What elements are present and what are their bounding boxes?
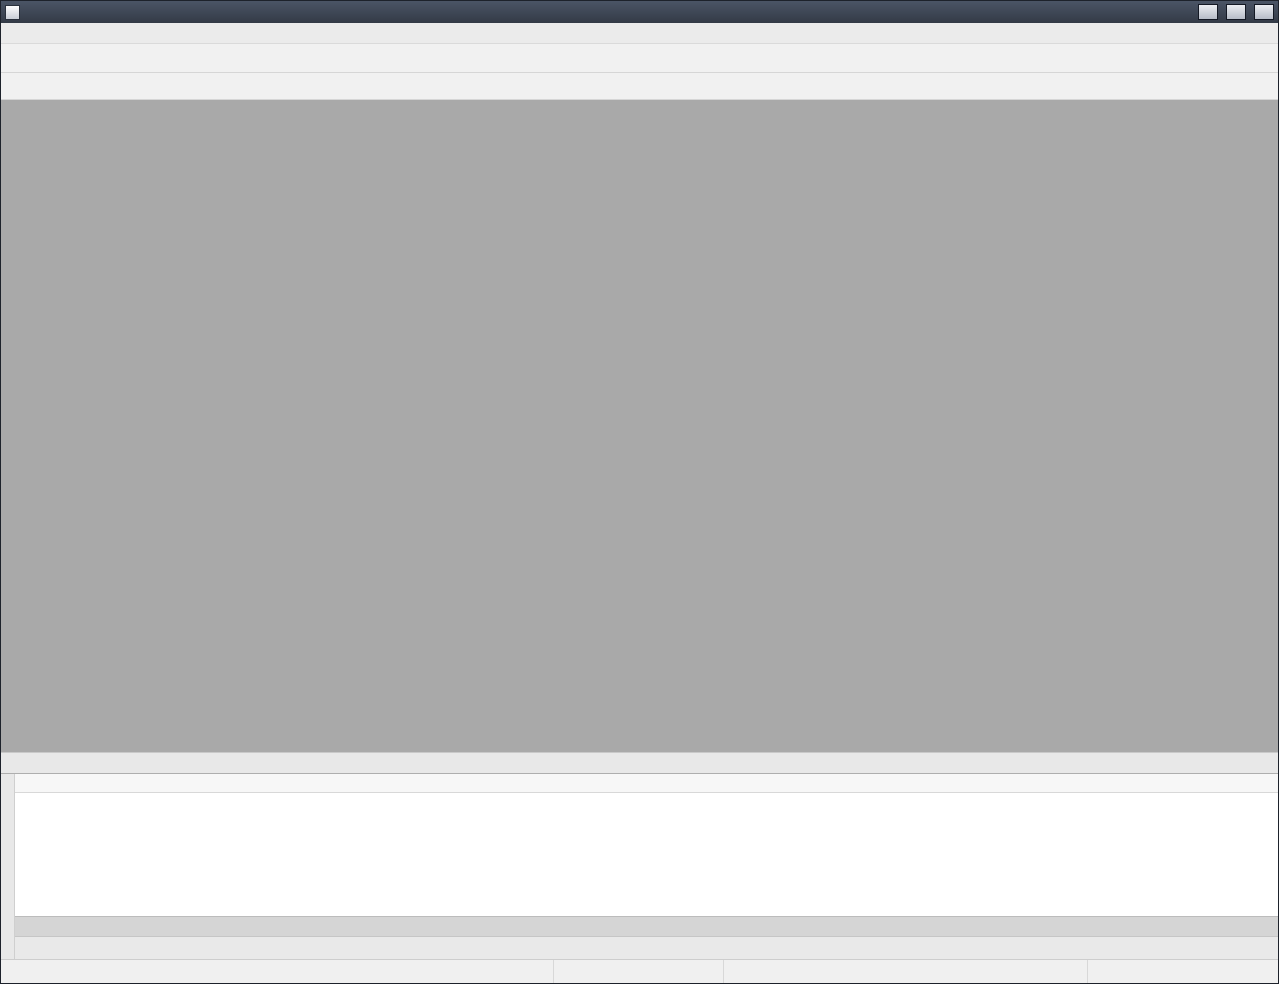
toolbar-line-studies-periods [1, 73, 1278, 100]
minimize-button[interactable] [1198, 4, 1218, 20]
terminal-content [15, 774, 1278, 959]
chart-tab-bar [1, 752, 1278, 773]
mt4-main-window [0, 0, 1279, 984]
status-profile[interactable] [554, 960, 724, 983]
terminal-side-strip [1, 774, 15, 959]
terminal-close-icon[interactable] [2, 775, 14, 787]
restore-button[interactable] [1226, 4, 1246, 20]
account-summary-row [15, 916, 1278, 936]
status-traffic [1088, 960, 1278, 983]
title-bar[interactable] [1, 1, 1278, 23]
app-icon [5, 4, 20, 20]
history-table [15, 793, 1278, 916]
terminal-panel [1, 773, 1278, 959]
chart-workspace [1, 100, 1278, 752]
terminal-tab-bar [15, 936, 1278, 959]
status-spacer [724, 960, 1088, 983]
status-bar [1, 959, 1278, 983]
menu-bar [1, 23, 1278, 44]
close-button[interactable] [1254, 4, 1274, 20]
history-table-header [15, 774, 1278, 793]
status-help-text [1, 960, 554, 983]
toolbar-standard [1, 44, 1278, 73]
